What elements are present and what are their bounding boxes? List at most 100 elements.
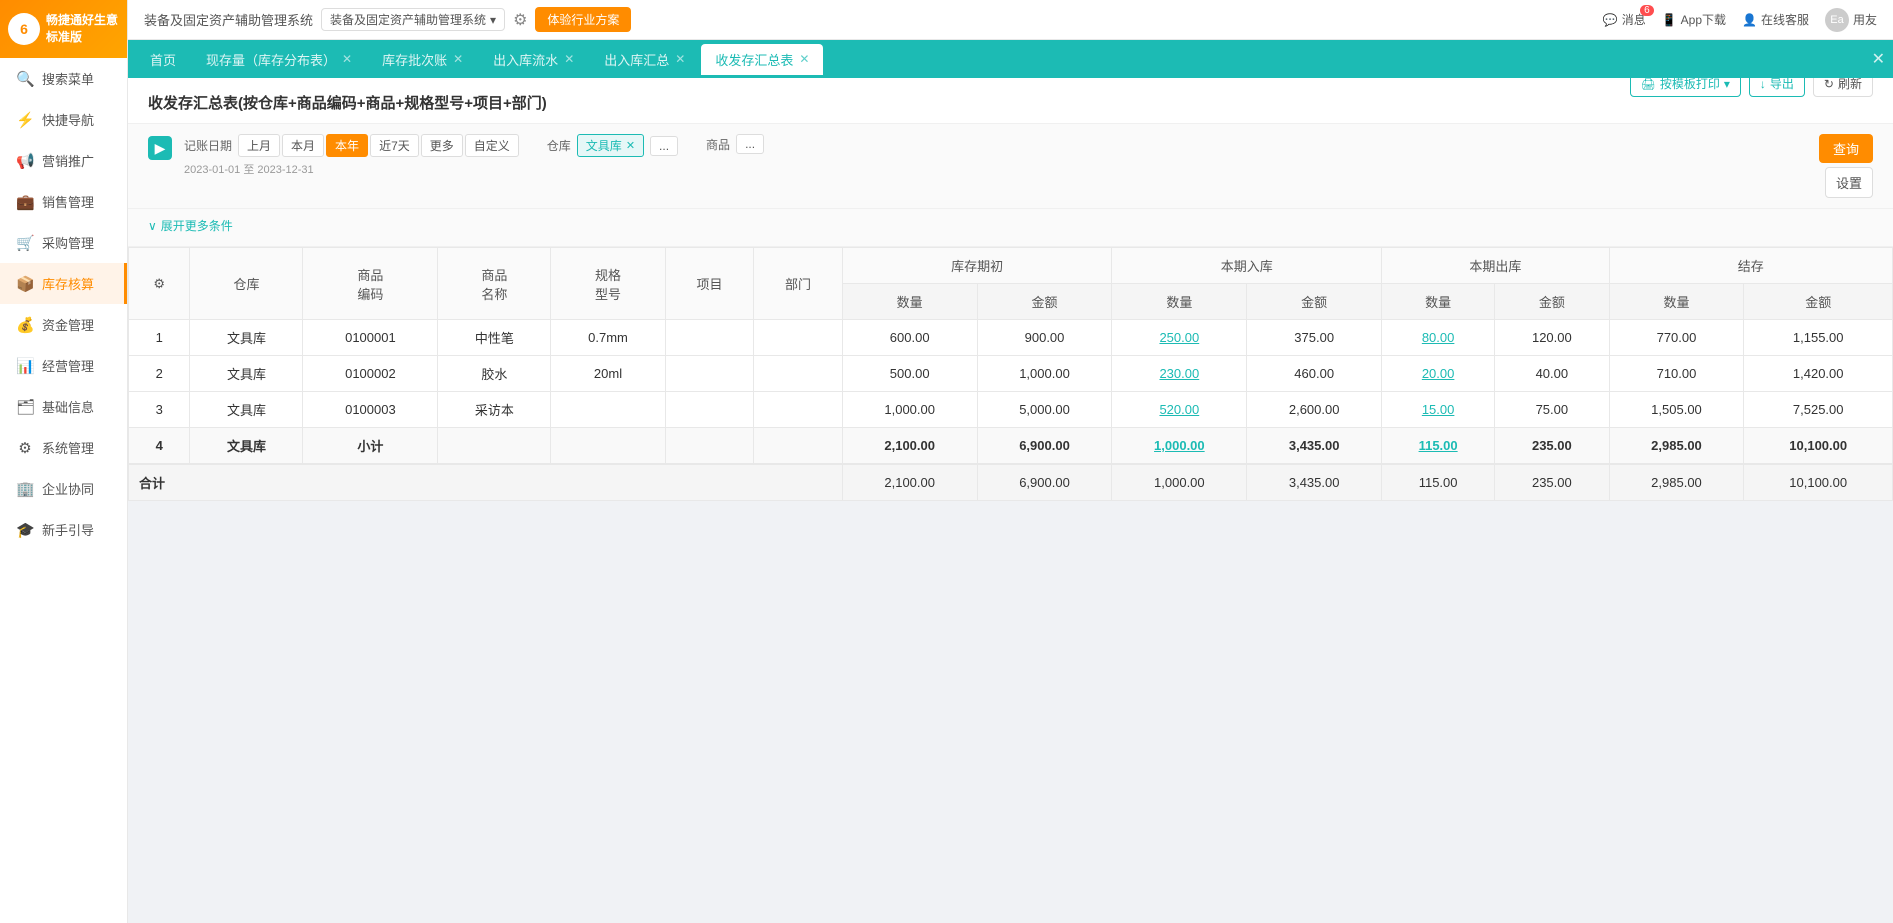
row-out-amt: 235.00 <box>1495 428 1609 465</box>
date-btn-this-month[interactable]: 本月 <box>282 134 324 157</box>
row-open-amt: 6,900.00 <box>977 428 1112 465</box>
inventory-icon: 📦 <box>16 275 34 293</box>
expand-conditions-button[interactable]: ∨ 展开更多条件 <box>148 213 233 238</box>
sidebar-item-system[interactable]: ⚙ 系统管理 <box>0 427 127 468</box>
sidebar-item-operation[interactable]: 📊 经营管理 <box>0 345 127 386</box>
goods-more-button[interactable]: ... <box>736 134 764 154</box>
operation-icon: 📊 <box>16 357 34 375</box>
chevron-down-icon: ▾ <box>1724 78 1730 91</box>
sidebar-item-marketing[interactable]: 📢 营销推广 <box>0 140 127 181</box>
close-all-tabs-button[interactable]: ✕ <box>1872 49 1885 69</box>
col-balance-header: 结存 <box>1609 248 1892 284</box>
service-icon: 👤 <box>1742 13 1757 27</box>
row-in-qty[interactable]: 250.00 <box>1112 320 1247 356</box>
col-settings-header[interactable]: ⚙ <box>129 248 190 320</box>
tab-collect[interactable]: 收发存汇总表 ✕ <box>701 44 823 75</box>
row-warehouse: 文具库 <box>190 320 303 356</box>
warehouse-more-button[interactable]: ... <box>650 136 678 156</box>
sidebar-item-inventory[interactable]: 📦 库存核算 <box>0 263 127 304</box>
row-out-amt: 75.00 <box>1495 392 1609 428</box>
data-table: ⚙ 仓库 商品编码 商品名称 规格型号 项目 部门 库存期初 本期入库 本期出库… <box>128 247 1893 501</box>
tab-close-summary[interactable]: ✕ <box>675 52 685 66</box>
row-in-qty[interactable]: 520.00 <box>1112 392 1247 428</box>
warehouse-tag: 文具库 ✕ <box>577 134 644 157</box>
table-wrapper: ⚙ 仓库 商品编码 商品名称 规格型号 项目 部门 库存期初 本期入库 本期出库… <box>128 247 1893 501</box>
tab-batch[interactable]: 库存批次账 ✕ <box>368 44 477 75</box>
date-btn-more[interactable]: 更多 <box>421 134 463 157</box>
quick-icon: ⚡ <box>16 111 34 129</box>
filter-settings-button[interactable]: 设置 <box>1825 167 1873 198</box>
row-out-qty[interactable]: 115.00 <box>1382 428 1495 465</box>
col-name-header: 商品名称 <box>438 248 551 320</box>
topbar: 装备及固定资产辅助管理系统 装备及固定资产辅助管理系统 ▾ ⚙ 体验行业方案 💬… <box>128 0 1893 40</box>
online-service-button[interactable]: 👤 在线客服 <box>1742 11 1809 28</box>
table-row: 2文具库0100002胶水20ml500.001,000.00230.00460… <box>129 356 1893 392</box>
sidebar-item-purchase[interactable]: 🛒 采购管理 <box>0 222 127 263</box>
logo-text: 畅捷通好生意 标准版 <box>46 12 118 46</box>
date-btn-this-year[interactable]: 本年 <box>326 134 368 157</box>
print-button[interactable]: 🖨 按模板打印 ▾ <box>1630 78 1741 97</box>
table-row: 4文具库小计2,100.006,900.001,000.003,435.0011… <box>129 428 1893 465</box>
app-download-button[interactable]: 📱 App下载 <box>1662 11 1726 28</box>
date-btn-custom[interactable]: 自定义 <box>465 134 519 157</box>
experience-button[interactable]: 体验行业方案 <box>535 7 631 32</box>
row-in-qty[interactable]: 1,000.00 <box>1112 428 1247 465</box>
date-btn-last-month[interactable]: 上月 <box>238 134 280 157</box>
col-out-amt-header: 金额 <box>1495 284 1609 320</box>
filter-toggle-button[interactable]: ▶ <box>148 136 172 160</box>
table-row: 1文具库0100001中性笔0.7mm600.00900.00250.00375… <box>129 320 1893 356</box>
sidebar-item-sales[interactable]: 💼 销售管理 <box>0 181 127 222</box>
goods-filter-label: 商品 <box>706 136 730 153</box>
system-dropdown[interactable]: 装备及固定资产辅助管理系统 ▾ <box>321 8 505 31</box>
query-button[interactable]: 查询 <box>1819 134 1873 163</box>
tab-close-collect[interactable]: ✕ <box>799 52 809 66</box>
col-bal-qty-header: 数量 <box>1609 284 1744 320</box>
sidebar-item-corp[interactable]: 🏢 企业协同 <box>0 468 127 509</box>
row-in-qty[interactable]: 230.00 <box>1112 356 1247 392</box>
sidebar-item-quick[interactable]: ⚡ 快捷导航 <box>0 99 127 140</box>
row-spec: 20ml <box>551 356 665 392</box>
col-opening-header: 库存期初 <box>842 248 1112 284</box>
message-button[interactable]: 💬 消息 6 <box>1603 11 1646 28</box>
row-project <box>665 356 754 392</box>
chevron-down-icon: ▾ <box>490 13 496 27</box>
tab-close-inventory[interactable]: ✕ <box>342 52 352 66</box>
col-code-header: 商品编码 <box>303 248 438 320</box>
sidebar-item-base[interactable]: 🗂 基础信息 <box>0 386 127 427</box>
corp-icon: 🏢 <box>16 480 34 498</box>
tab-inout[interactable]: 出入库流水 ✕ <box>479 44 588 75</box>
row-dept <box>754 392 843 428</box>
refresh-button[interactable]: ↻ 刷新 <box>1813 78 1873 97</box>
logo-icon: 6 <box>8 13 40 45</box>
tab-close-inout[interactable]: ✕ <box>564 52 574 66</box>
row-bal-amt: 7,525.00 <box>1744 392 1893 428</box>
col-project-header: 项目 <box>665 248 754 320</box>
row-open-qty: 600.00 <box>842 320 977 356</box>
user-button[interactable]: Ea 用友 <box>1825 8 1877 32</box>
row-bal-qty: 1,505.00 <box>1609 392 1744 428</box>
sidebar-item-search[interactable]: 🔍 搜索菜单 <box>0 58 127 99</box>
row-out-qty[interactable]: 80.00 <box>1382 320 1495 356</box>
tab-summary[interactable]: 出入库汇总 ✕ <box>590 44 699 75</box>
tab-home[interactable]: 首页 <box>136 44 190 75</box>
date-btn-7days[interactable]: 近7天 <box>370 134 419 157</box>
export-button[interactable]: ↓ 导出 <box>1749 78 1805 97</box>
settings-icon[interactable]: ⚙ <box>513 10 527 30</box>
sidebar-item-finance[interactable]: 💰 资金管理 <box>0 304 127 345</box>
row-out-qty[interactable]: 15.00 <box>1382 392 1495 428</box>
row-bal-qty: 710.00 <box>1609 356 1744 392</box>
sidebar-item-newbie[interactable]: 🎓 新手引导 <box>0 509 127 550</box>
warehouse-tag-close[interactable]: ✕ <box>626 139 635 152</box>
total-open-amt: 6,900.00 <box>977 464 1112 501</box>
row-no: 2 <box>129 356 190 392</box>
tab-close-batch[interactable]: ✕ <box>453 52 463 66</box>
page-inner: 收发存汇总表(按仓库+商品编码+商品+规格型号+项目+部门) 🖨 按模板打印 ▾… <box>128 78 1893 501</box>
goods-filter-row: 商品 ... <box>706 134 764 154</box>
page-header-actions: 🖨 按模板打印 ▾ ↓ 导出 ↻ 刷新 <box>1630 78 1873 97</box>
row-open-qty: 500.00 <box>842 356 977 392</box>
row-no: 1 <box>129 320 190 356</box>
tab-inventory[interactable]: 现存量（库存分布表） ✕ <box>192 44 366 75</box>
row-out-amt: 40.00 <box>1495 356 1609 392</box>
tab-bar: 首页 现存量（库存分布表） ✕ 库存批次账 ✕ 出入库流水 ✕ 出入库汇总 ✕ … <box>128 40 1893 78</box>
row-out-qty[interactable]: 20.00 <box>1382 356 1495 392</box>
